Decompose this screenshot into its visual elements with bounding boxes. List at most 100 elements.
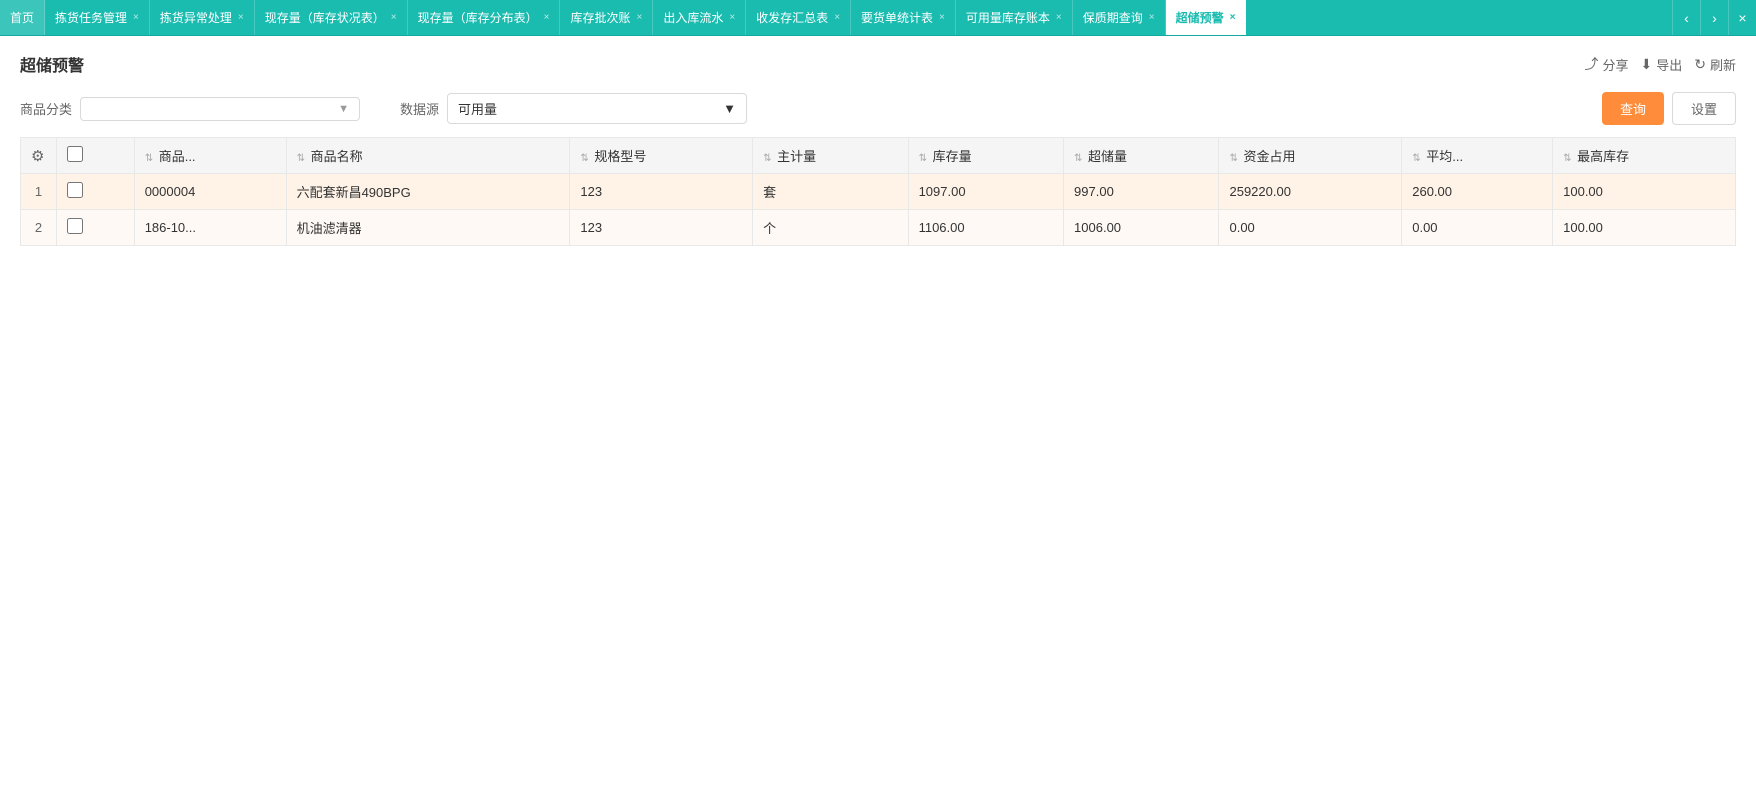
row-product-name-1: 机油滤清器	[286, 210, 570, 246]
table-gear-icon[interactable]: ⚙	[31, 148, 44, 165]
share-button[interactable]: ⤴ 分享	[1584, 54, 1628, 74]
nav-item-8-close[interactable]: ×	[939, 12, 945, 23]
nav-item-1-close[interactable]: ×	[133, 12, 139, 23]
row-capital-1: 0.00	[1219, 210, 1402, 246]
row-stock-1: 1106.00	[908, 210, 1063, 246]
th-capital-label: 资金占用	[1244, 149, 1296, 164]
row-checkbox-1[interactable]	[67, 218, 83, 234]
row-unit-0: 套	[753, 174, 908, 210]
row-num-1: 2	[21, 210, 57, 246]
th-overstock-label: 超储量	[1088, 149, 1127, 164]
row-checkbox-0[interactable]	[67, 182, 83, 198]
refresh-label: 刷新	[1710, 55, 1736, 74]
category-label: 商品分类	[20, 99, 72, 118]
nav-item-6[interactable]: 出入库流水 ×	[653, 0, 746, 35]
table-row: 2 186-10... 机油滤清器 123 个 1106.00 1006.00 …	[21, 210, 1736, 246]
category-select[interactable]: ▼	[80, 97, 360, 121]
th-unit-label: 主计量	[777, 149, 816, 164]
nav-item-3[interactable]: 现存量（库存状况表） ×	[255, 0, 408, 35]
nav-bar: 首页 拣货任务管理 × 拣货异常处理 × 现存量（库存状况表） × 现存量（库存…	[0, 0, 1756, 36]
row-product-code-0: 0000004	[134, 174, 286, 210]
nav-item-6-close[interactable]: ×	[729, 12, 735, 23]
th-spec-label: 规格型号	[594, 149, 646, 164]
share-icon: ⤴	[1584, 54, 1598, 74]
nav-item-active-label: 超储预警	[1176, 9, 1224, 26]
sort-icon-stock[interactable]: ⇅	[919, 153, 927, 164]
row-max-stock-1: 100.00	[1553, 210, 1736, 246]
export-icon: ⬇	[1641, 56, 1653, 73]
nav-item-7[interactable]: 收发存汇总表 ×	[746, 0, 851, 35]
nav-item-1-label: 拣货任务管理	[55, 9, 127, 26]
export-button[interactable]: ⬇ 导出	[1641, 55, 1683, 74]
row-product-name-0: 六配套新昌490BPG	[286, 174, 570, 210]
filter-group-datasource: 数据源 可用量 ▼	[400, 93, 747, 124]
row-capital-0: 259220.00	[1219, 174, 1402, 210]
nav-next-button[interactable]: ›	[1700, 0, 1728, 36]
refresh-button[interactable]: ↻ 刷新	[1694, 55, 1736, 74]
nav-item-3-close[interactable]: ×	[391, 12, 397, 23]
nav-item-active[interactable]: 超储预警 ×	[1166, 0, 1247, 35]
query-button[interactable]: 查询	[1602, 92, 1664, 125]
nav-item-2[interactable]: 拣货异常处理 ×	[150, 0, 255, 35]
nav-item-6-label: 出入库流水	[663, 9, 723, 26]
th-stock: ⇅ 库存量	[908, 138, 1063, 174]
sort-icon-capital[interactable]: ⇅	[1229, 153, 1237, 164]
page-title: 超储预警	[20, 52, 84, 76]
nav-item-4-close[interactable]: ×	[544, 12, 550, 23]
sort-icon-max-stock[interactable]: ⇅	[1563, 153, 1571, 164]
th-product-name: ⇅ 商品名称	[286, 138, 570, 174]
sort-icon-spec[interactable]: ⇅	[580, 153, 588, 164]
row-checkbox-cell-0	[57, 174, 135, 210]
refresh-icon: ↻	[1694, 56, 1706, 73]
nav-item-2-label: 拣货异常处理	[160, 9, 232, 26]
row-spec-0: 123	[570, 174, 753, 210]
nav-item-8[interactable]: 要货单统计表 ×	[851, 0, 956, 35]
nav-item-7-label: 收发存汇总表	[756, 9, 828, 26]
nav-item-9-close[interactable]: ×	[1056, 12, 1062, 23]
sort-icon-unit[interactable]: ⇅	[763, 153, 771, 164]
sort-icon-product-name[interactable]: ⇅	[297, 153, 305, 164]
data-table: ⚙ ⇅ 商品... ⇅ 商品名称 ⇅ 规格型号 ⇅	[20, 137, 1736, 246]
nav-item-home[interactable]: 首页	[0, 0, 45, 35]
nav-item-5-close[interactable]: ×	[636, 12, 642, 23]
nav-item-10-close[interactable]: ×	[1149, 12, 1155, 23]
nav-item-7-close[interactable]: ×	[834, 12, 840, 23]
page-container: 超储预警 ⤴ 分享 ⬇ 导出 ↻ 刷新 商品分类 ▼ 数据源	[0, 36, 1756, 800]
datasource-label: 数据源	[400, 99, 439, 118]
th-stock-label: 库存量	[933, 149, 972, 164]
nav-item-2-close[interactable]: ×	[238, 12, 244, 23]
nav-prev-button[interactable]: ‹	[1672, 0, 1700, 36]
nav-item-5-label: 库存批次账	[570, 9, 630, 26]
th-product-name-label: 商品名称	[311, 149, 363, 164]
row-max-stock-0: 100.00	[1553, 174, 1736, 210]
nav-item-active-close[interactable]: ×	[1230, 12, 1236, 23]
nav-item-5[interactable]: 库存批次账 ×	[560, 0, 653, 35]
header-actions: ⤴ 分享 ⬇ 导出 ↻ 刷新	[1584, 54, 1736, 74]
th-max-stock-label: 最高库存	[1577, 149, 1629, 164]
row-unit-1: 个	[753, 210, 908, 246]
row-num-0: 1	[21, 174, 57, 210]
th-product-code: ⇅ 商品...	[134, 138, 286, 174]
row-spec-1: 123	[570, 210, 753, 246]
nav-item-9[interactable]: 可用量库存账本 ×	[956, 0, 1073, 35]
nav-item-1[interactable]: 拣货任务管理 ×	[45, 0, 150, 35]
select-all-checkbox[interactable]	[67, 146, 83, 162]
nav-item-10[interactable]: 保质期查询 ×	[1073, 0, 1166, 35]
nav-close-button[interactable]: ×	[1728, 0, 1756, 36]
action-buttons: 查询 设置	[1602, 92, 1736, 125]
row-stock-0: 1097.00	[908, 174, 1063, 210]
sort-icon-avg[interactable]: ⇅	[1412, 153, 1420, 164]
settings-button[interactable]: 设置	[1672, 92, 1736, 125]
row-avg-0: 260.00	[1402, 174, 1553, 210]
share-label: 分享	[1602, 55, 1628, 74]
sort-icon-product-code[interactable]: ⇅	[145, 153, 153, 164]
nav-item-9-label: 可用量库存账本	[966, 9, 1050, 26]
datasource-select[interactable]: 可用量 ▼	[447, 93, 747, 124]
nav-item-4[interactable]: 现存量（库存分布表） ×	[408, 0, 561, 35]
sort-icon-overstock[interactable]: ⇅	[1074, 153, 1082, 164]
row-checkbox-cell-1	[57, 210, 135, 246]
nav-item-3-label: 现存量（库存状况表）	[265, 9, 385, 26]
table-row: 1 0000004 六配套新昌490BPG 123 套 1097.00 997.…	[21, 174, 1736, 210]
datasource-arrow-icon: ▼	[723, 101, 736, 116]
th-capital: ⇅ 资金占用	[1219, 138, 1402, 174]
